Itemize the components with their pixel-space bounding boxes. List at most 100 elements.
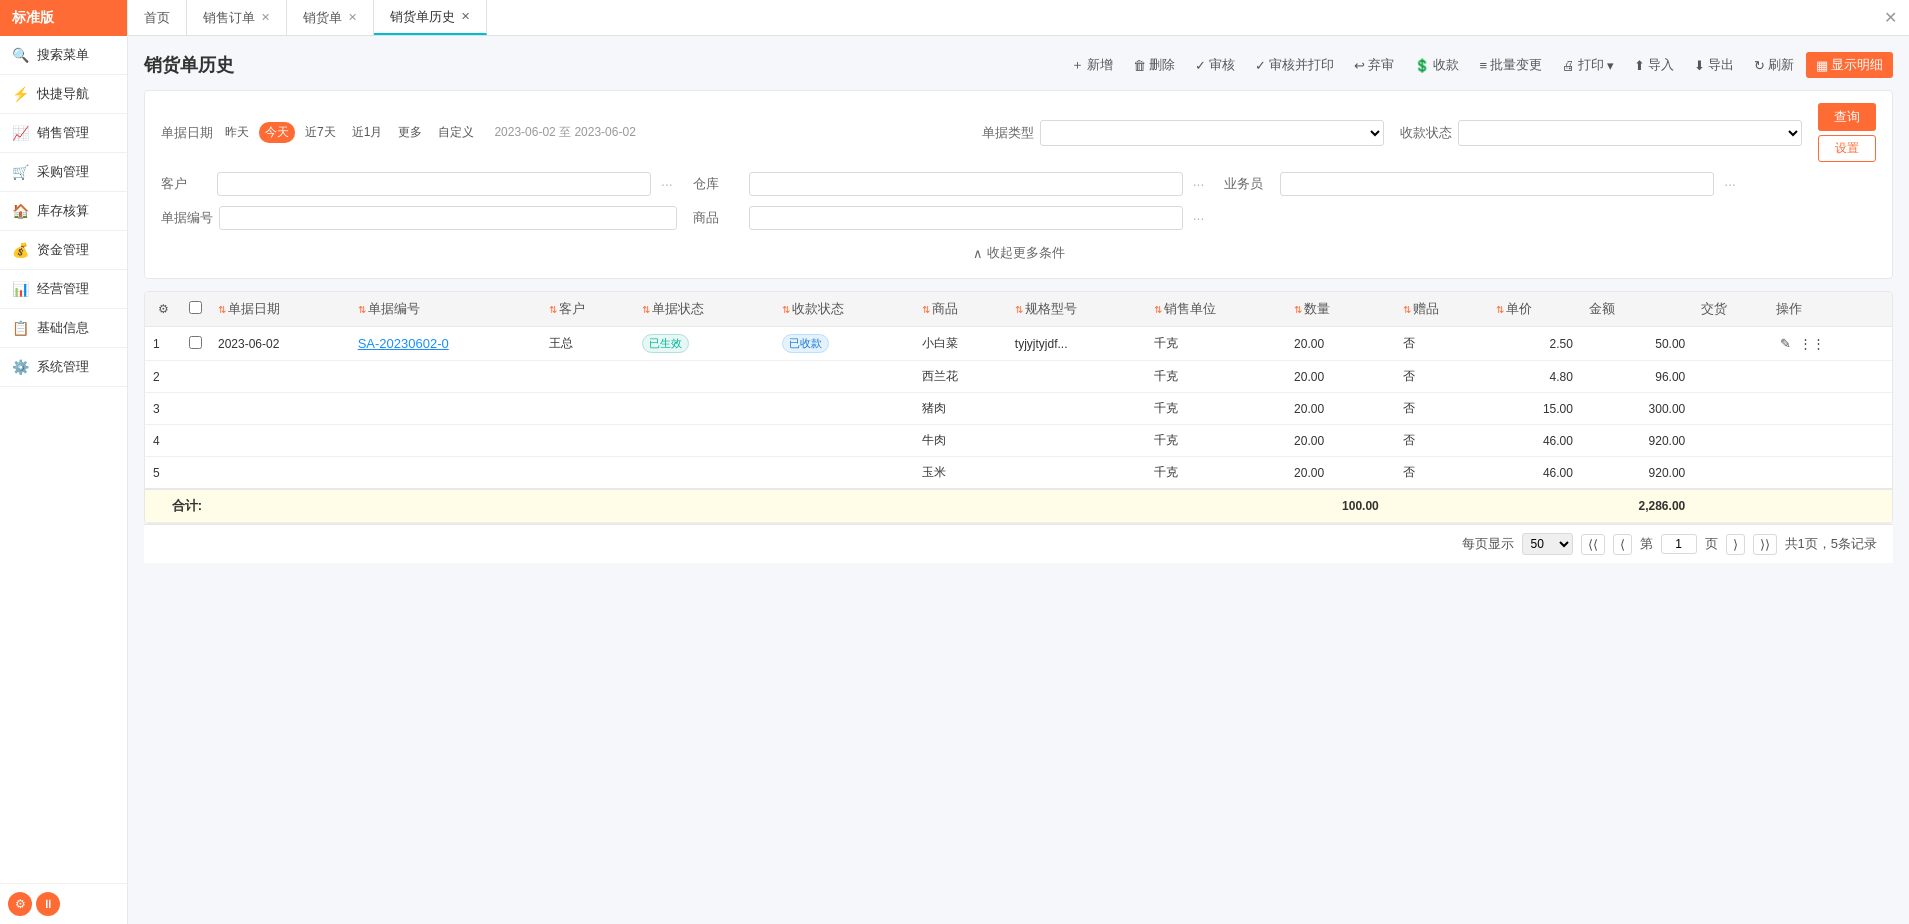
collapse-button[interactable]: ∧ 收起更多条件 [161,240,1876,266]
page-label: 第 [1640,535,1653,553]
staff-input[interactable] [1280,172,1714,196]
col-settings[interactable]: ⚙ [145,292,181,327]
payment-status-select[interactable] [1458,120,1802,146]
delete-button[interactable]: 🗑 删除 [1125,52,1183,78]
abandon-button[interactable]: ↩ 弃审 [1346,52,1402,78]
edit-action-button[interactable]: ✎ [1776,336,1795,351]
page-title: 销货单历史 [144,53,1063,77]
abandon-icon: ↩ [1354,58,1365,73]
query-button[interactable]: 查询 [1818,103,1876,131]
row-checkbox-cell[interactable] [181,361,210,393]
data-table-container: ⚙ ⇅单据日期 ⇅单据编号 ⇅客户 ⇅单据状态 ⇅收款状态 ⇅商品 ⇅规格型号 … [144,291,1893,524]
tab-sales-history[interactable]: 销货单历史 ✕ [374,0,487,35]
tab-sales-goods[interactable]: 销货单 ✕ [287,0,374,35]
cell-doc-no[interactable] [350,393,542,425]
next-page-button[interactable]: ⟩ [1726,534,1745,555]
import-button[interactable]: ⬆ 导入 [1626,52,1682,78]
date-tag-1month[interactable]: 近1月 [346,122,389,143]
sidebar-item-operations[interactable]: 📊 经营管理 [0,270,127,309]
close-sales-history-tab[interactable]: ✕ [461,10,470,23]
sidebar-item-sales-mgmt[interactable]: 📈 销售管理 [0,114,127,153]
new-button[interactable]: ＋ 新增 [1063,52,1121,78]
goods-input[interactable] [749,206,1183,230]
col-qty[interactable]: ⇅数量 [1286,292,1395,327]
sidebar-item-search-menu[interactable]: 🔍 搜索菜单 [0,36,127,75]
date-tag-custom[interactable]: 自定义 [432,122,480,143]
cell-doc-no[interactable]: SA-20230602-0 [350,327,542,361]
close-sales-order-tab[interactable]: ✕ [261,11,270,24]
col-trade[interactable]: 交货 [1693,292,1768,327]
cell-doc-no[interactable] [350,457,542,490]
sidebar-item-purchase-mgmt[interactable]: 🛒 采购管理 [0,153,127,192]
date-tag-yesterday[interactable]: 昨天 [219,122,255,143]
date-tag-today[interactable]: 今天 [259,122,295,143]
tab-home[interactable]: 首页 [128,0,187,35]
col-doc-no[interactable]: ⇅单据编号 [350,292,542,327]
sidebar-footer-btn-1[interactable]: ⚙ [8,892,32,916]
sidebar-item-label: 系统管理 [37,358,89,376]
sidebar-footer-btn-2[interactable]: ⏸ [36,892,60,916]
set-button[interactable]: 设置 [1818,135,1876,162]
close-sales-goods-tab[interactable]: ✕ [348,11,357,24]
cell-doc-no-link[interactable]: SA-20230602-0 [358,336,449,351]
collect-button[interactable]: 💲 收款 [1406,52,1467,78]
goods-dots[interactable]: ··· [1189,210,1209,226]
warehouse-dots[interactable]: ··· [1189,176,1209,192]
warehouse-input[interactable] [749,172,1183,196]
export-button[interactable]: ⬇ 导出 [1686,52,1742,78]
quick-nav-icon: ⚡ [12,86,29,102]
cell-doc-no[interactable] [350,425,542,457]
row-checkbox-cell[interactable] [181,457,210,490]
col-amount[interactable]: 金额 [1581,292,1693,327]
cell-doc-no[interactable] [350,361,542,393]
row-checkbox[interactable] [189,336,202,349]
sidebar-item-finance[interactable]: 💰 资金管理 [0,231,127,270]
col-goods[interactable]: ⇅商品 [914,292,1007,327]
col-customer[interactable]: ⇅客户 [541,292,634,327]
col-pay-status[interactable]: ⇅收款状态 [774,292,914,327]
sidebar-item-label: 快捷导航 [37,85,89,103]
row-checkbox-cell[interactable] [181,327,210,361]
sidebar-item-basic-info[interactable]: 📋 基础信息 [0,309,127,348]
col-date[interactable]: ⇅单据日期 [210,292,350,327]
col-spec[interactable]: ⇅规格型号 [1007,292,1147,327]
toolbar: ＋ 新增 🗑 删除 ✓ 审核 ✓ 审核并打印 ↩ 弃审 [1063,52,1893,78]
page-number-input[interactable] [1661,534,1697,554]
refresh-button[interactable]: ↻ 刷新 [1746,52,1802,78]
print-button[interactable]: 🖨 打印 ▾ [1554,52,1622,78]
first-page-button[interactable]: ⟨⟨ [1581,534,1605,555]
customer-input[interactable] [217,172,651,196]
col-price[interactable]: ⇅单价 [1488,292,1581,327]
last-page-button[interactable]: ⟩⟩ [1753,534,1777,555]
sidebar-item-quick-nav[interactable]: ⚡ 快捷导航 [0,75,127,114]
sidebar-item-label: 采购管理 [37,163,89,181]
col-checkbox[interactable] [181,292,210,327]
cell-qty: 20.00 [1286,361,1395,393]
doc-type-select[interactable] [1040,120,1384,146]
row-checkbox-cell[interactable] [181,393,210,425]
row-checkbox-cell[interactable] [181,425,210,457]
finance-icon: 💰 [12,242,29,258]
sidebar-item-inventory[interactable]: 🏠 库存核算 [0,192,127,231]
col-doc-status[interactable]: ⇅单据状态 [634,292,774,327]
col-gift[interactable]: ⇅赠品 [1395,292,1488,327]
show-detail-button[interactable]: ▦ 显示明细 [1806,52,1893,78]
doc-no-input[interactable] [219,206,677,230]
cell-spec: tyjyjtyjdf... [1007,327,1147,361]
staff-dots[interactable]: ··· [1720,176,1740,192]
page-size-select[interactable]: 50 100 [1522,533,1573,555]
date-tag-more[interactable]: 更多 [392,122,428,143]
prev-page-button[interactable]: ⟨ [1613,534,1632,555]
col-unit[interactable]: ⇅销售单位 [1146,292,1286,327]
audit-print-button[interactable]: ✓ 审核并打印 [1247,52,1342,78]
close-all-tabs[interactable]: ✕ [1872,8,1909,27]
tab-sales-order[interactable]: 销售订单 ✕ [187,0,287,35]
audit-button[interactable]: ✓ 审核 [1187,52,1243,78]
sidebar-item-sys-mgmt[interactable]: ⚙️ 系统管理 [0,348,127,387]
select-all-checkbox[interactable] [189,301,202,314]
customer-dots[interactable]: ··· [657,176,677,192]
batch-change-button[interactable]: ≡ 批量变更 [1471,52,1550,78]
sort-goods-icon: ⇅ [922,304,930,315]
more-action-button[interactable]: ⋮⋮ [1795,336,1829,351]
date-tag-7days[interactable]: 近7天 [299,122,342,143]
